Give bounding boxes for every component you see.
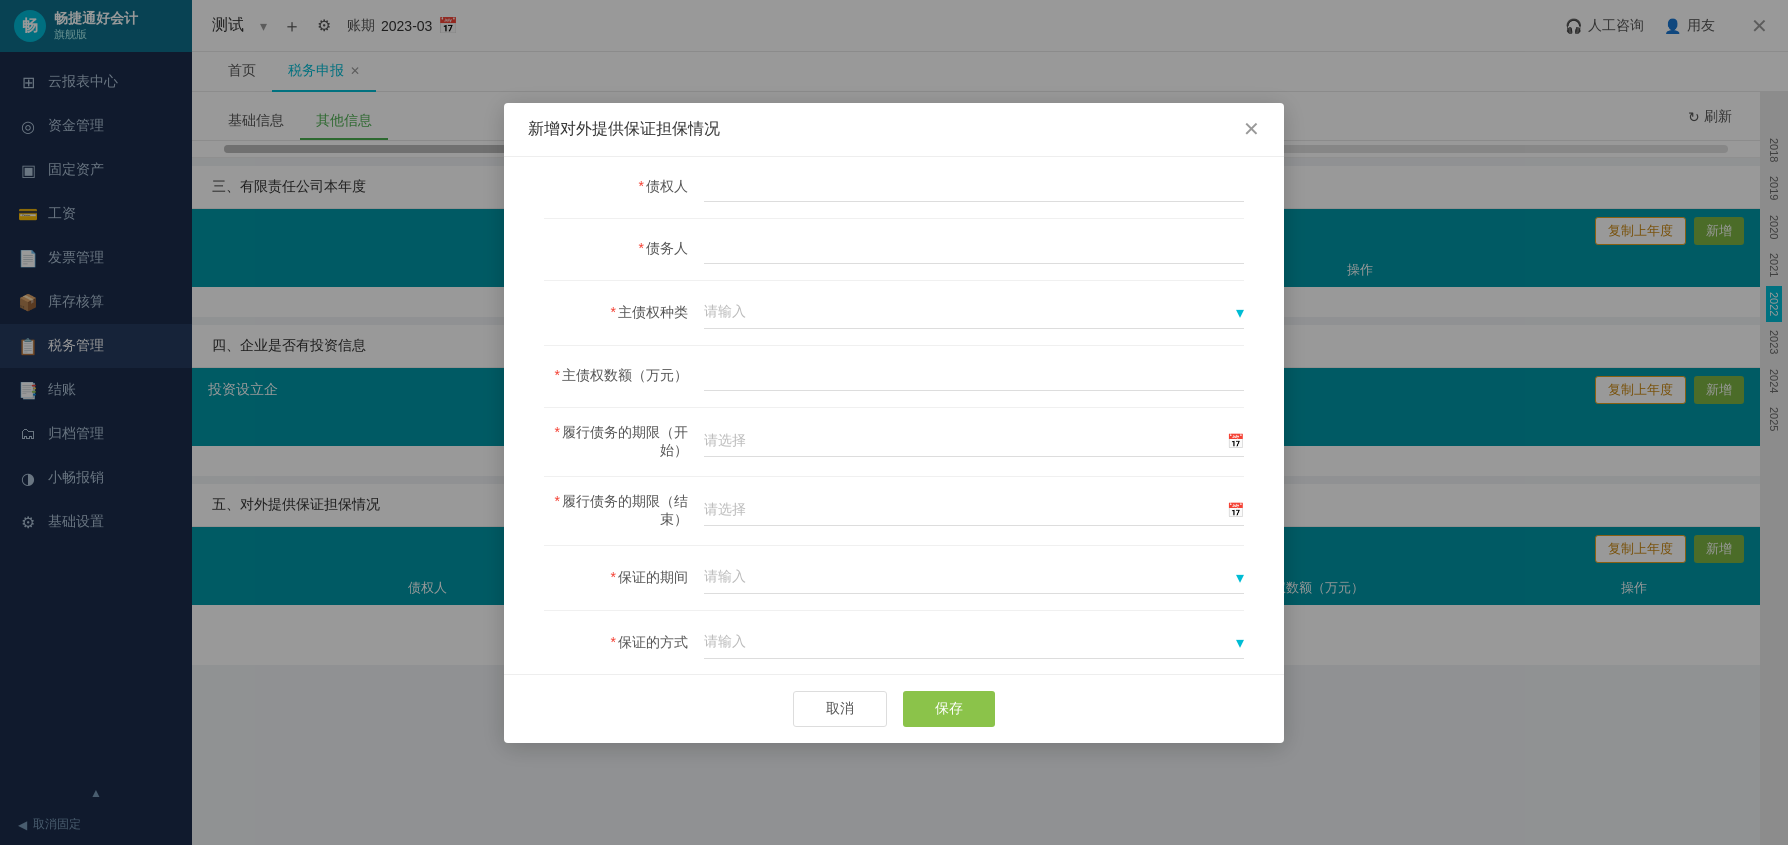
modal-body: *债权人 *债务人 *主债权种类 [504,157,1284,674]
debtor-input[interactable] [704,235,1244,264]
creditor-field [704,173,1244,202]
period-start-field: 请选择 📅 [704,426,1244,457]
field-claim-type: *主债权种类 请输入 ▾ [544,281,1244,346]
modal-close-button[interactable]: ✕ [1243,119,1260,139]
period-start-label: *履行债务的期限（开始） [544,424,704,460]
save-button[interactable]: 保存 [903,691,995,727]
cancel-button[interactable]: 取消 [793,691,887,727]
debtor-field [704,235,1244,264]
guarantee-method-select[interactable]: 请输入 ▾ [704,627,1244,659]
claim-amount-label: *主债权数额（万元） [544,367,704,385]
claim-type-placeholder: 请输入 [704,303,746,321]
claim-type-arrow-icon: ▾ [1236,303,1244,322]
claim-amount-input[interactable] [704,362,1244,391]
claim-type-field: 请输入 ▾ [704,297,1244,329]
period-end-field: 请选择 📅 [704,495,1244,526]
guarantee-method-placeholder: 请输入 [704,633,746,651]
field-creditor: *债权人 [544,157,1244,219]
period-start-placeholder: 请选择 [704,432,746,450]
guarantee-period-select[interactable]: 请输入 ▾ [704,562,1244,594]
period-start-input[interactable]: 请选择 📅 [704,426,1244,457]
field-period-end: *履行债务的期限（结束） 请选择 📅 [544,477,1244,546]
period-end-placeholder: 请选择 [704,501,746,519]
modal-title: 新增对外提供保证担保情况 [528,119,720,140]
creditor-input[interactable] [704,173,1244,202]
period-end-input[interactable]: 请选择 📅 [704,495,1244,526]
modal-footer: 取消 保存 [504,674,1284,743]
debtor-label: *债务人 [544,240,704,258]
guarantee-method-arrow-icon: ▾ [1236,633,1244,652]
guarantee-period-field: 请输入 ▾ [704,562,1244,594]
claim-type-label: *主债权种类 [544,304,704,322]
guarantee-method-field: 请输入 ▾ [704,627,1244,659]
creditor-label: *债权人 [544,178,704,196]
field-period-start: *履行债务的期限（开始） 请选择 📅 [544,408,1244,477]
modal-dialog: 新增对外提供保证担保情况 ✕ *债权人 *债务人 [504,103,1284,743]
guarantee-method-label: *保证的方式 [544,634,704,652]
claim-type-select[interactable]: 请输入 ▾ [704,297,1244,329]
guarantee-period-label: *保证的期间 [544,569,704,587]
guarantee-period-placeholder: 请输入 [704,568,746,586]
guarantee-period-arrow-icon: ▾ [1236,568,1244,587]
field-claim-amount: *主债权数额（万元） [544,346,1244,408]
field-guarantee-period: *保证的期间 请输入 ▾ [544,546,1244,611]
field-debtor: *债务人 [544,219,1244,281]
period-end-calendar-icon: 📅 [1227,502,1244,518]
period-end-label: *履行债务的期限（结束） [544,493,704,529]
claim-amount-field [704,362,1244,391]
field-guarantee-method: *保证的方式 请输入 ▾ [544,611,1244,674]
period-start-calendar-icon: 📅 [1227,433,1244,449]
modal-overlay[interactable]: 新增对外提供保证担保情况 ✕ *债权人 *债务人 [0,0,1788,845]
modal-header: 新增对外提供保证担保情况 ✕ [504,103,1284,157]
